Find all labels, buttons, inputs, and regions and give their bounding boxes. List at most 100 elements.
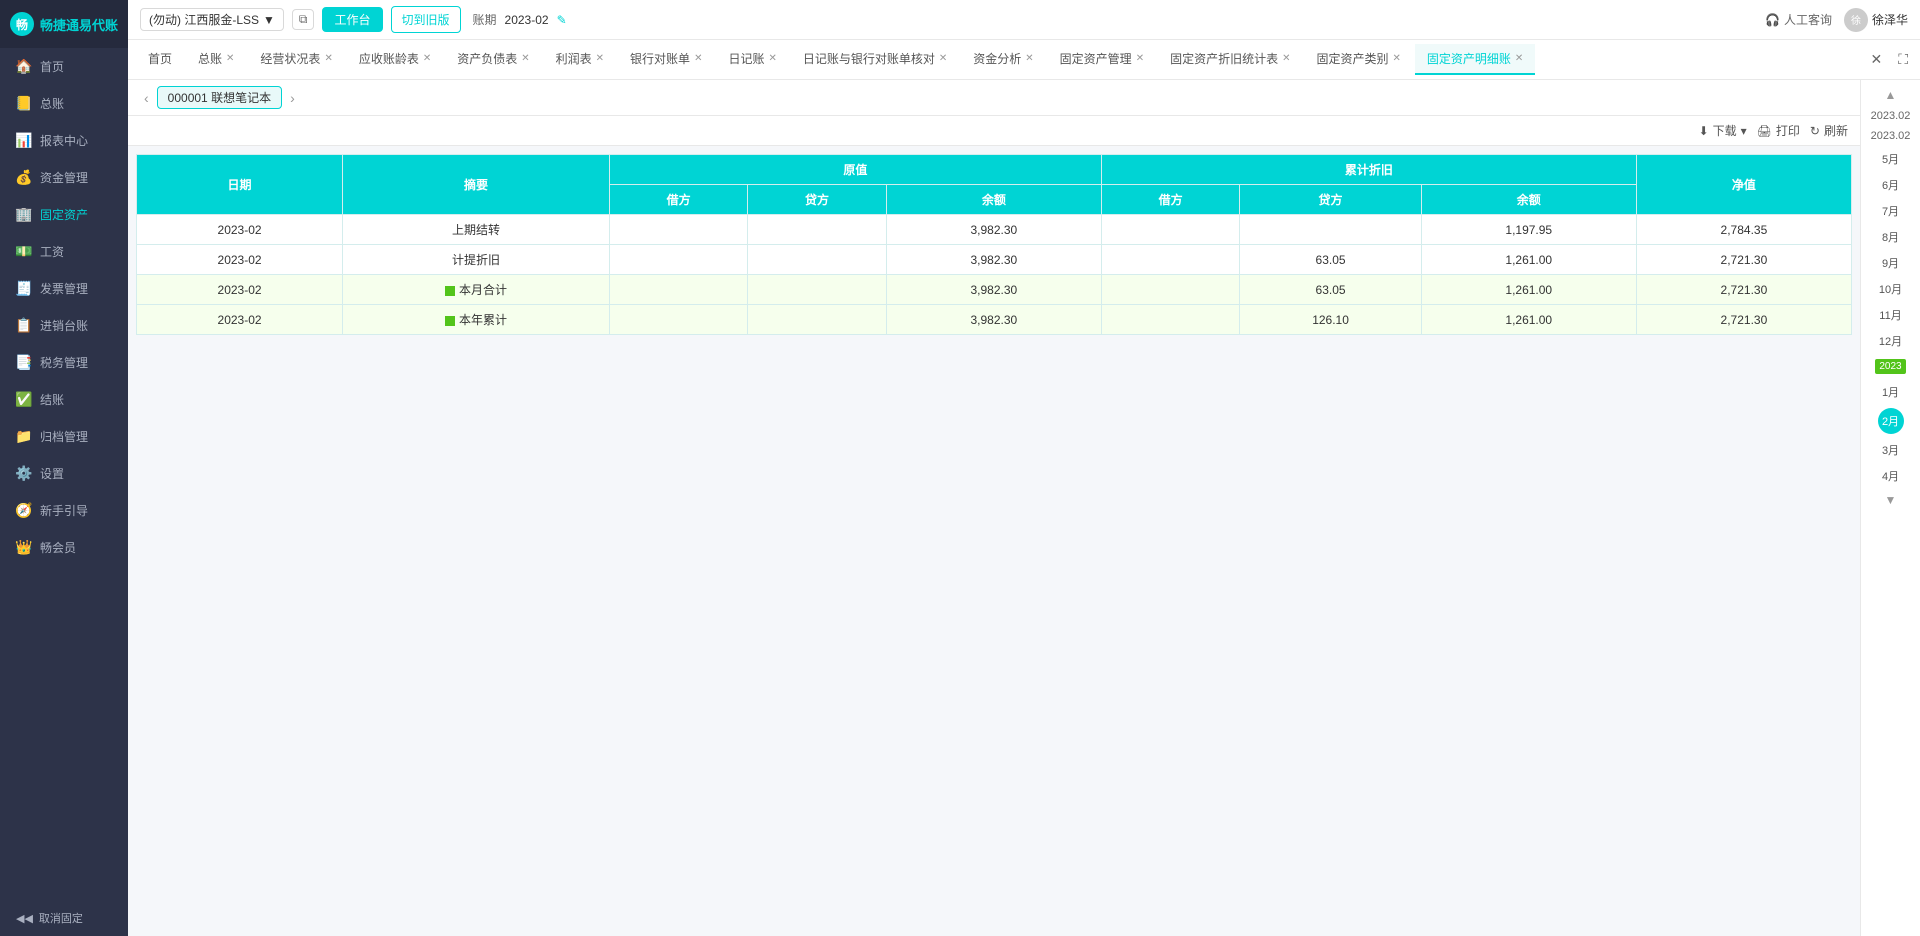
date-month-3[interactable]: 3月 <box>1861 437 1920 463</box>
sidebar-item-salary[interactable]: 💵 工资 <box>0 233 128 270</box>
tab-profit[interactable]: 利润表 ✕ <box>544 44 616 75</box>
topbar: (勿动) 江西服金-LSS ▼ ⧉ 工作台 切到旧版 账期 2023-02 ✎ … <box>128 0 1920 40</box>
nav-next-arrow[interactable]: › <box>286 88 299 108</box>
date-month-12[interactable]: 12月 <box>1861 328 1920 354</box>
sidebar-item-reports[interactable]: 📊 报表中心 <box>0 122 128 159</box>
company-selector[interactable]: (勿动) 江西服金-LSS ▼ <box>140 8 284 31</box>
tab-home[interactable]: 首页 <box>136 44 184 75</box>
date-month-1[interactable]: 1月 <box>1861 379 1920 405</box>
logo-icon: 畅 <box>10 12 34 36</box>
period-edit-icon[interactable]: ✎ <box>557 13 567 27</box>
td-net-value-1: 2,721.30 <box>1636 245 1851 275</box>
nav-prev-arrow[interactable]: ‹ <box>140 88 153 108</box>
date-month-9[interactable]: 9月 <box>1861 250 1920 276</box>
date-month-7[interactable]: 7月 <box>1861 198 1920 224</box>
scroll-down-arrow[interactable]: ▼ <box>1881 489 1901 511</box>
tab-fund-analysis[interactable]: 资金分析 ✕ <box>961 44 1045 75</box>
tab-depreciation-stat[interactable]: 固定资产折旧统计表 ✕ <box>1158 44 1302 75</box>
sidebar-item-settlement[interactable]: ✅ 结账 <box>0 381 128 418</box>
tab-close-icon[interactable]: ✕ <box>521 53 529 64</box>
date-month-10[interactable]: 10月 <box>1861 276 1920 302</box>
date-month-5[interactable]: 5月 <box>1861 146 1920 172</box>
sidebar-item-label: 进销台账 <box>40 317 88 334</box>
tab-close-icon[interactable]: ✕ <box>423 53 431 64</box>
reports-icon: 📊 <box>16 133 32 149</box>
tab-close-icon[interactable]: ✕ <box>768 53 776 64</box>
refresh-button[interactable]: ↻ 刷新 <box>1810 122 1848 139</box>
sidebar-item-archive[interactable]: 📁 归档管理 <box>0 418 128 455</box>
tab-ledger[interactable]: 总账 ✕ <box>186 44 246 75</box>
download-button[interactable]: ⬇ 下载 ▾ <box>1699 122 1747 139</box>
fixed-assets-icon: 🏢 <box>16 207 32 223</box>
date-month-2-active[interactable]: 2月 <box>1878 408 1904 434</box>
td-accum-balance-2: 1,261.00 <box>1421 275 1636 305</box>
sidebar-item-invoice[interactable]: 🧾 发票管理 <box>0 270 128 307</box>
tab-close-icon[interactable]: ✕ <box>324 53 332 64</box>
sub-nav: ‹ 000001 联想笔记本 › <box>128 80 1860 116</box>
tab-bank-statement[interactable]: 银行对账单 ✕ <box>618 44 714 75</box>
td-net-value-2: 2,721.30 <box>1636 275 1851 305</box>
workbench-button[interactable]: 工作台 <box>322 7 382 32</box>
sidebar-item-label: 固定资产 <box>40 206 88 223</box>
switch-old-button[interactable]: 切到旧版 <box>391 6 461 33</box>
tab-close-icon[interactable]: ✕ <box>1282 53 1290 64</box>
user-info[interactable]: 徐 徐泽华 <box>1844 8 1908 32</box>
tab-asset-detail[interactable]: 固定资产明细账 ✕ <box>1415 44 1535 75</box>
sidebar-item-ledger[interactable]: 📒 总账 <box>0 85 128 122</box>
tab-receivable[interactable]: 应收账龄表 ✕ <box>347 44 443 75</box>
print-button[interactable]: 🖨 打印 <box>1757 122 1800 139</box>
tabbar-actions: ✕ ⛶ <box>1866 47 1912 72</box>
copy-button[interactable]: ⧉ <box>292 9 315 30</box>
tab-asset-category[interactable]: 固定资产类别 ✕ <box>1304 44 1412 75</box>
date-month-11[interactable]: 11月 <box>1861 302 1920 328</box>
sidebar-item-fixed-assets[interactable]: 🏢 固定资产 <box>0 196 128 233</box>
sidebar-item-sales-ledger[interactable]: 📋 进销台账 <box>0 307 128 344</box>
tab-label: 银行对账单 <box>630 50 690 67</box>
tab-close-icon[interactable]: ✕ <box>1025 53 1033 64</box>
main-area: (勿动) 江西服金-LSS ▼ ⧉ 工作台 切到旧版 账期 2023-02 ✎ … <box>128 0 1920 936</box>
sidebar-item-guide[interactable]: 🧭 新手引导 <box>0 492 128 529</box>
asset-tag[interactable]: 000001 联想笔记本 <box>157 86 282 109</box>
scroll-up-arrow[interactable]: ▲ <box>1881 84 1901 106</box>
asset-name-text: 联想笔记本 <box>211 91 271 105</box>
sidebar-item-home[interactable]: 🏠 首页 <box>0 48 128 85</box>
td-accum-credit-2: 63.05 <box>1240 275 1421 305</box>
sidebar-item-settings[interactable]: ⚙️ 设置 <box>0 455 128 492</box>
td-date-3: 2023-02 <box>137 305 343 335</box>
date-month-6[interactable]: 6月 <box>1861 172 1920 198</box>
date-month-8[interactable]: 8月 <box>1861 224 1920 250</box>
tab-label: 日记账 <box>728 50 764 67</box>
tab-close-icon[interactable]: ✕ <box>694 53 702 64</box>
tab-close-icon[interactable]: ✕ <box>1136 53 1144 64</box>
tab-balance-sheet[interactable]: 资产负债表 ✕ <box>445 44 541 75</box>
tab-close-icon[interactable]: ✕ <box>596 53 604 64</box>
tab-close-icon[interactable]: ✕ <box>1515 53 1523 64</box>
tab-close-icon[interactable]: ✕ <box>1393 53 1401 64</box>
maximize-icon[interactable]: ⛶ <box>1894 47 1912 72</box>
tab-label: 资金分析 <box>973 50 1021 67</box>
tab-fixed-mgmt[interactable]: 固定资产管理 ✕ <box>1048 44 1156 75</box>
th-accum-debit: 借方 <box>1101 185 1239 215</box>
asset-detail-table: 日期 摘要 原值 累计折旧 净值 借方 贷方 余额 借方 贷方 余额 <box>136 154 1852 335</box>
sidebar-item-funds[interactable]: 💰 资金管理 <box>0 159 128 196</box>
sidebar-item-member[interactable]: 👑 畅会员 <box>0 529 128 566</box>
logo-text: 畅捷通易代账 <box>40 15 118 34</box>
tab-business-status[interactable]: 经营状况表 ✕ <box>248 44 344 75</box>
td-accum-balance-0: 1,197.95 <box>1421 215 1636 245</box>
avatar: 徐 <box>1844 8 1868 32</box>
tab-journal-bank-check[interactable]: 日记账与银行对账单核对 ✕ <box>791 44 959 75</box>
sales-ledger-icon: 📋 <box>16 318 32 334</box>
sidebar-item-label: 结账 <box>40 391 64 408</box>
tab-journal[interactable]: 日记账 ✕ <box>716 44 788 75</box>
help-button[interactable]: 🎧 人工客询 <box>1765 11 1832 28</box>
close-all-icon[interactable]: ✕ <box>1866 47 1886 72</box>
tab-close-icon[interactable]: ✕ <box>226 53 234 64</box>
sidebar-item-label: 工资 <box>40 243 64 260</box>
sidebar-unpin[interactable]: ◀◀ 取消固定 <box>0 900 128 936</box>
td-orig-balance-1: 3,982.30 <box>886 245 1101 275</box>
tab-close-icon[interactable]: ✕ <box>939 53 947 64</box>
sidebar-item-label: 新手引导 <box>40 502 88 519</box>
td-net-value-3: 2,721.30 <box>1636 305 1851 335</box>
date-month-4[interactable]: 4月 <box>1861 463 1920 489</box>
sidebar-item-tax[interactable]: 📑 税务管理 <box>0 344 128 381</box>
